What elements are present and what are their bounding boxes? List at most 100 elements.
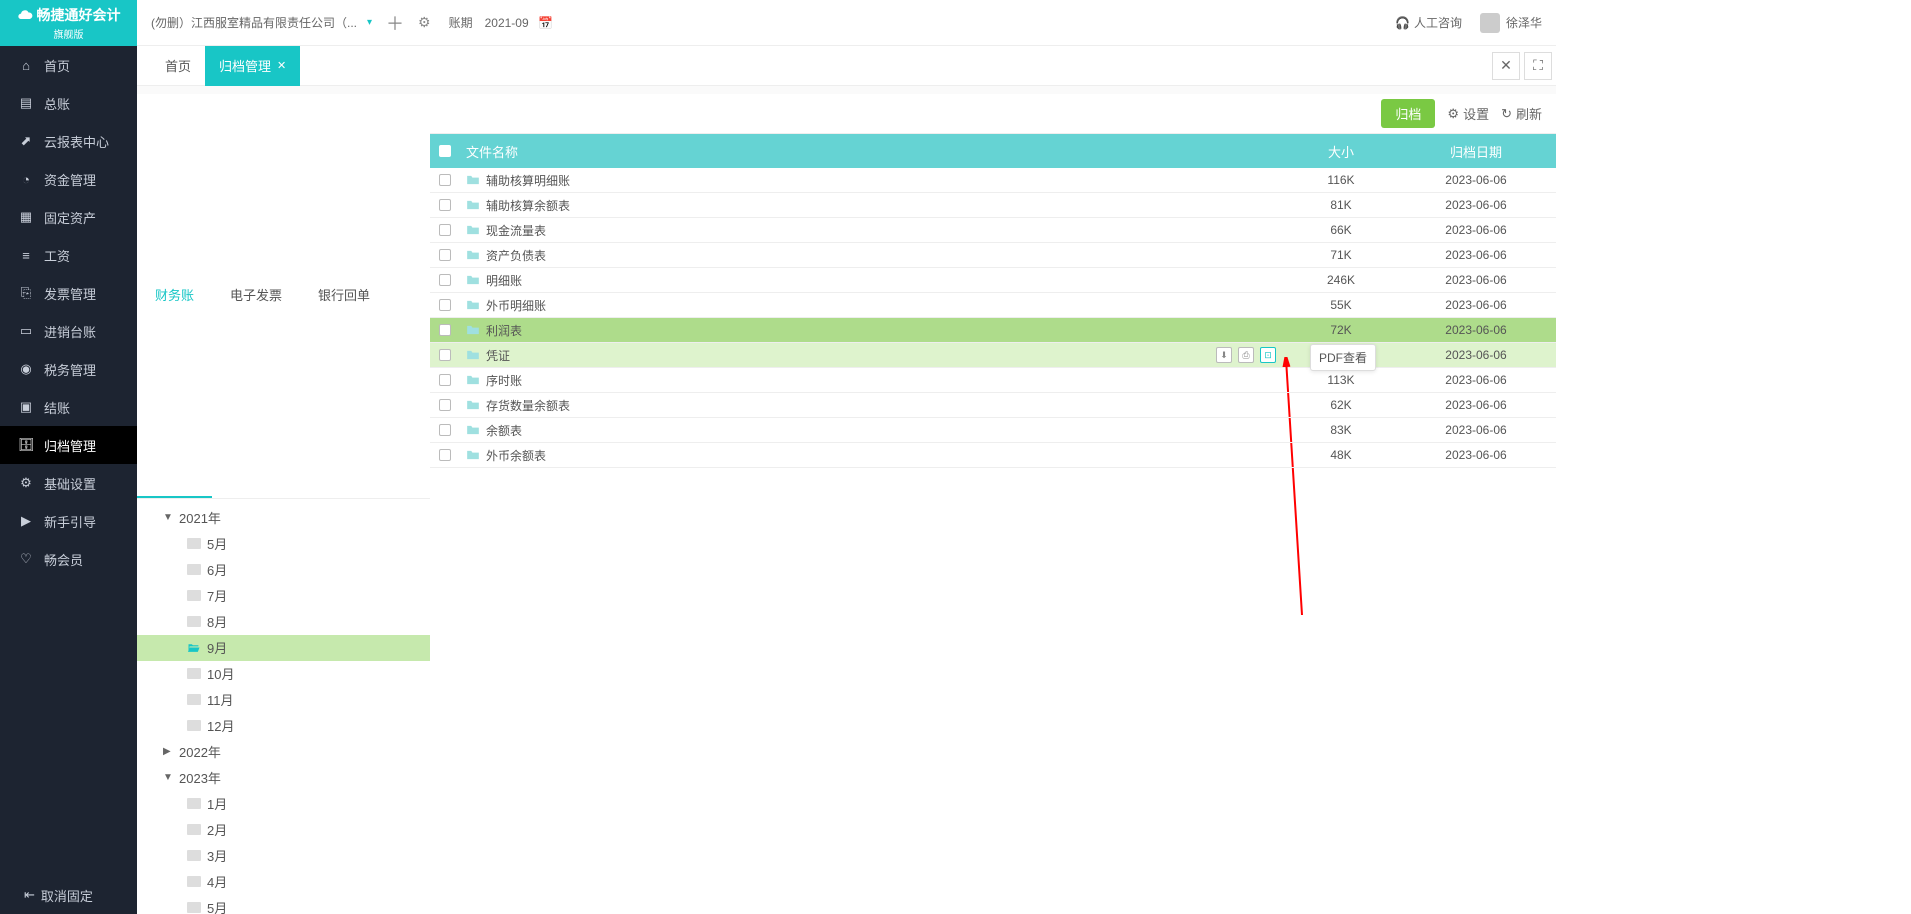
nav-item-inout[interactable]: ▭进销台账 — [0, 312, 137, 350]
inner-tab[interactable]: 银行回单 — [300, 94, 388, 498]
nav-item-invoice[interactable]: ⎘发票管理 — [0, 274, 137, 312]
file-date: 2023-06-06 — [1396, 273, 1556, 287]
tree-label: 5月 — [207, 534, 227, 553]
row-checkbox[interactable] — [439, 274, 451, 286]
close-all-button[interactable]: ✕ — [1492, 52, 1520, 80]
period-picker[interactable]: 2021-09 📅 — [485, 16, 553, 30]
row-checkbox[interactable] — [439, 424, 451, 436]
page-tab[interactable]: 首页 — [151, 46, 205, 86]
topbar: (勿删）江西服室精品有限责任公司（... ▾ ＋ ⚙ 账期 2021-09 📅 … — [137, 0, 1556, 46]
add-company-button[interactable]: ＋ — [386, 10, 404, 36]
table-row[interactable]: 资产负债表71K2023-06-06 — [430, 243, 1556, 268]
tree-month[interactable]: 4月 — [137, 869, 430, 895]
nav-label: 畅会员 — [44, 550, 83, 569]
tree-month[interactable]: 6月 — [137, 557, 430, 583]
nav-item-fund[interactable]: ◔资金管理 — [0, 160, 137, 198]
row-checkbox[interactable] — [439, 299, 451, 311]
row-checkbox[interactable] — [439, 374, 451, 386]
settings-link[interactable]: ⚙ 设置 — [1447, 104, 1489, 123]
row-checkbox[interactable] — [439, 399, 451, 411]
tree-year[interactable]: ▼2023年 — [137, 765, 430, 791]
page-tab[interactable]: 归档管理 ✕ — [205, 46, 300, 86]
table-row[interactable]: 辅助核算明细账116K2023-06-06 — [430, 168, 1556, 193]
row-checkbox[interactable] — [439, 199, 451, 211]
unpin-button[interactable]: ⇤ 取消固定 — [0, 876, 137, 914]
company-selector[interactable]: (勿删）江西服室精品有限责任公司（... ▾ — [151, 14, 372, 31]
table-row[interactable]: 外币余额表48K2023-06-06 — [430, 443, 1556, 468]
tree-month[interactable]: 7月 — [137, 583, 430, 609]
tree-year[interactable]: ▼2021年 — [137, 505, 430, 531]
inner-tab[interactable]: 电子发票 — [212, 94, 300, 498]
row-checkbox[interactable] — [439, 449, 451, 461]
row-checkbox[interactable] — [439, 349, 451, 361]
file-name: 现金流量表 — [486, 222, 546, 239]
nav-item-archive[interactable]: 🗄归档管理 — [0, 426, 137, 464]
folder-icon — [187, 564, 201, 575]
file-date: 2023-06-06 — [1396, 448, 1556, 462]
archive-button[interactable]: 归档 — [1381, 99, 1435, 128]
company-settings-button[interactable]: ⚙ — [418, 14, 431, 31]
download-pdf-icon[interactable]: ⎙ — [1238, 347, 1254, 363]
row-checkbox[interactable] — [439, 324, 451, 336]
row-checkbox[interactable] — [439, 174, 451, 186]
view-pdf-icon[interactable]: ⊡ — [1260, 347, 1276, 363]
avatar[interactable] — [1480, 13, 1500, 33]
fund-icon: ◔ — [18, 171, 34, 187]
nav-item-salary[interactable]: ≡工资 — [0, 236, 137, 274]
tree-month[interactable]: 12月 — [137, 713, 430, 739]
tree-month[interactable]: 5月 — [137, 895, 430, 914]
archive-icon: 🗄 — [18, 437, 34, 453]
nav-label: 工资 — [44, 246, 70, 265]
settings-label: 设置 — [1463, 104, 1489, 123]
tree-month[interactable]: 5月 — [137, 531, 430, 557]
support-link[interactable]: 🎧 人工咨询 — [1395, 14, 1462, 31]
nav-item-guide[interactable]: ▶新手引导 — [0, 502, 137, 540]
folder-icon — [187, 824, 201, 835]
download-xls-icon[interactable]: ⬇ — [1216, 347, 1232, 363]
nav-item-setting[interactable]: ⚙基础设置 — [0, 464, 137, 502]
inner-tabs: 财务账电子发票银行回单 — [137, 94, 430, 499]
row-checkbox[interactable] — [439, 224, 451, 236]
tree-month[interactable]: 11月 — [137, 687, 430, 713]
table-row[interactable]: 凭证⬇⎙⊡53K2023-06-06PDF查看 — [430, 343, 1556, 368]
folder-icon — [187, 798, 201, 809]
tree-month[interactable]: 3月 — [137, 843, 430, 869]
file-name: 辅助核算余额表 — [486, 197, 570, 214]
tree-month[interactable]: 1月 — [137, 791, 430, 817]
tree-month[interactable]: 8月 — [137, 609, 430, 635]
refresh-link[interactable]: ↻ 刷新 — [1501, 104, 1542, 123]
table-row[interactable]: 外币明细账55K2023-06-06 — [430, 293, 1556, 318]
content: 财务账电子发票银行回单 ▼2021年 5月 6月 7月8月9月10月11月12月▶20… — [137, 86, 1556, 914]
tree-month[interactable]: 9月 — [137, 635, 430, 661]
nav-item-report[interactable]: ⬈云报表中心 — [0, 122, 137, 160]
table-row[interactable]: 明细账246K2023-06-06 — [430, 268, 1556, 293]
close-icon[interactable]: ✕ — [277, 59, 286, 72]
nav-item-tax[interactable]: ◉税务管理 — [0, 350, 137, 388]
tab-label: 归档管理 — [219, 56, 271, 75]
inner-tab[interactable]: 财务账 — [137, 94, 212, 498]
table-row[interactable]: 序时账113K2023-06-06 — [430, 368, 1556, 393]
tree-year[interactable]: ▶2022年 — [137, 739, 430, 765]
tree-month[interactable]: 10月 — [137, 661, 430, 687]
tree-label: 6月 — [207, 560, 227, 579]
nav-item-asset[interactable]: ▦固定资产 — [0, 198, 137, 236]
username: 徐泽华 — [1506, 14, 1542, 31]
tree-label: 2021年 — [179, 508, 221, 527]
nav-item-home[interactable]: ⌂首页 — [0, 46, 137, 84]
tree-month[interactable]: 2月 — [137, 817, 430, 843]
row-checkbox[interactable] — [439, 249, 451, 261]
inout-icon: ▭ — [18, 323, 34, 339]
left-panel: 财务账电子发票银行回单 ▼2021年 5月 6月 7月8月9月10月11月12月▶20… — [137, 94, 430, 914]
file-folder-icon — [466, 424, 480, 436]
nav-item-member[interactable]: ♡畅会员 — [0, 540, 137, 578]
nav-item-ledger[interactable]: ▤总账 — [0, 84, 137, 122]
table-row[interactable]: 利润表72K2023-06-06 — [430, 318, 1556, 343]
toolbar: 归档 ⚙ 设置 ↻ 刷新 — [430, 94, 1556, 134]
nav-item-close[interactable]: ▣结账 — [0, 388, 137, 426]
select-all-checkbox[interactable] — [439, 145, 451, 157]
table-row[interactable]: 现金流量表66K2023-06-06 — [430, 218, 1556, 243]
fullscreen-button[interactable]: ⛶ — [1524, 52, 1552, 80]
table-row[interactable]: 余额表83K2023-06-06 — [430, 418, 1556, 443]
table-row[interactable]: 辅助核算余额表81K2023-06-06 — [430, 193, 1556, 218]
table-row[interactable]: 存货数量余额表62K2023-06-06 — [430, 393, 1556, 418]
